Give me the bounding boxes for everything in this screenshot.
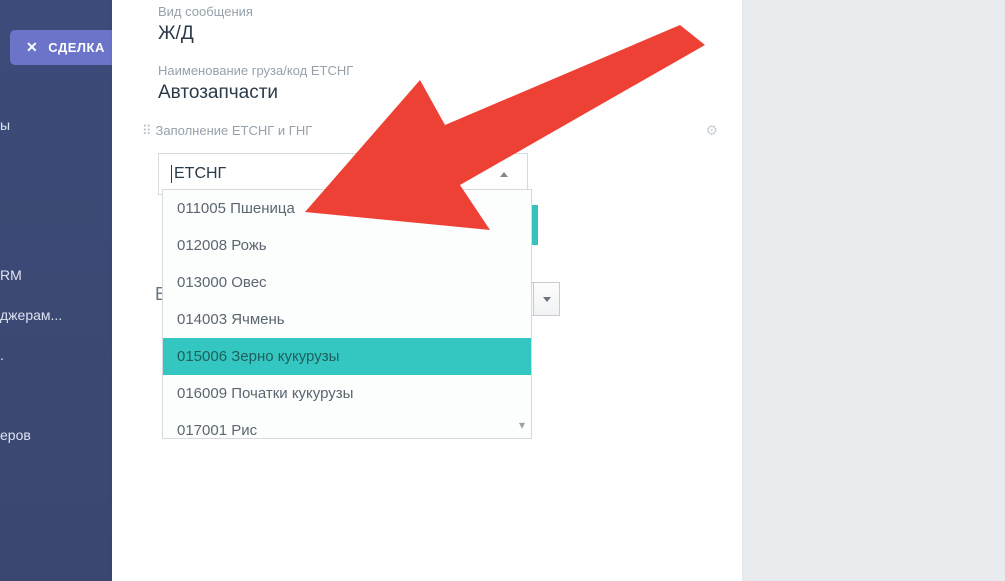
dropdown-option[interactable]: 015006 Зерно кукурузы [163,338,531,375]
etsng-dropdown: 011005 Пшеница012008 Рожь013000 Овес0140… [162,189,532,439]
sidebar-item[interactable]: RM [0,255,112,295]
deal-button[interactable]: ✕ СДЕЛКА [10,30,121,65]
dropdown-option[interactable]: 017001 Рис [163,412,531,439]
chevron-down-icon[interactable]: ▾ [519,418,525,432]
dropdown-option[interactable]: 014003 Ячмень [163,301,531,338]
msg-type-value: Ж/Д [158,23,718,45]
cargo-value: Автозапчасти [158,82,718,104]
chevron-down-icon[interactable] [533,283,559,315]
drag-handle-icon[interactable]: ⠿ [142,123,150,139]
sidebar: ✕ СДЕЛКА ы RM джерам... . еров [0,0,112,581]
dropdown-option[interactable]: 013000 Овес [163,264,531,301]
close-icon: ✕ [26,39,38,56]
sidebar-item[interactable]: еров [0,415,112,455]
sidebar-item[interactable]: ы [0,105,112,145]
sidebar-item[interactable]: . [0,335,112,375]
etsng-input-text: ЕТСНГ [171,165,226,183]
dropdown-option[interactable]: 016009 Початки кукурузы [163,375,531,412]
dropdown-option[interactable]: 011005 Пшеница [163,190,531,227]
section-header: ⠿ Заполнение ЕТСНГ и ГНГ ⚙ [142,122,718,139]
deal-button-label: СДЕЛКА [48,40,105,55]
msg-type-label: Вид сообщения [158,4,718,19]
caret-up-icon[interactable] [493,163,515,185]
gear-icon[interactable]: ⚙ [705,122,718,139]
section-label: Заполнение ЕТСНГ и ГНГ [156,123,313,138]
sidebar-item[interactable]: джерам... [0,295,112,335]
cargo-label: Наименование груза/код ЕТСНГ [158,63,718,78]
dropdown-option[interactable]: 012008 Рожь [163,227,531,264]
